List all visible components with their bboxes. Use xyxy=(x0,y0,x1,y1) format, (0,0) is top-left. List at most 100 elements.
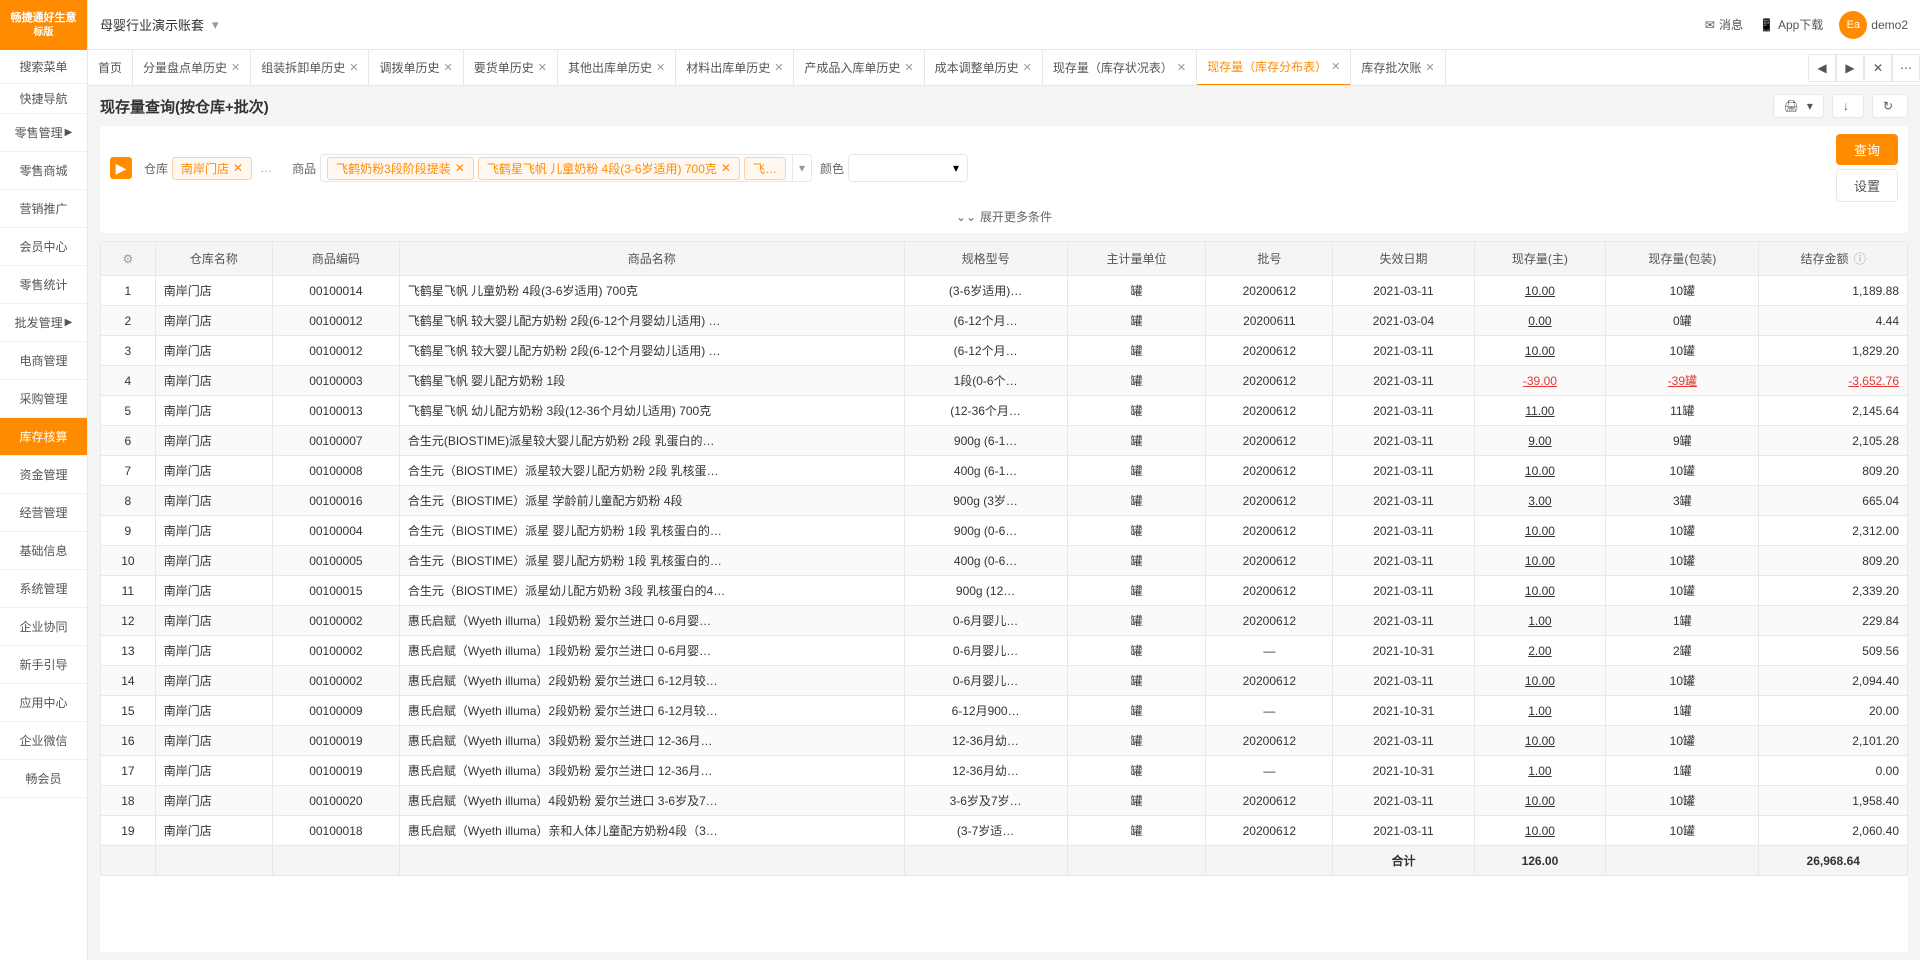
print-dropdown-icon[interactable]: ▾ xyxy=(1807,99,1813,113)
sidebar-item-system[interactable]: 系统管理 xyxy=(0,570,87,608)
sidebar-item-finance[interactable]: 资金管理 xyxy=(0,456,87,494)
settings-btn[interactable]: 设置 xyxy=(1836,169,1898,202)
tab-close-split[interactable]: ✕ xyxy=(231,61,240,74)
sidebar-item-appcenter[interactable]: 应用中心 xyxy=(0,684,87,722)
sidebar-item-corpwechat[interactable]: 企业微信 xyxy=(0,722,87,760)
tab-close-requisition[interactable]: ✕ xyxy=(538,61,547,74)
row-no: 7 xyxy=(101,456,156,486)
sidebar-item-inventory[interactable]: 库存核算 xyxy=(0,418,87,456)
tab-next-btn[interactable]: ▶ xyxy=(1836,54,1864,82)
tab-close-current-btn[interactable]: ✕ xyxy=(1864,54,1892,82)
product-tag-2[interactable]: 飞鹤星飞帆 儿童奶粉 4段(3-6岁适用) 700克 ✕ xyxy=(478,157,740,180)
product-tag1-remove[interactable]: ✕ xyxy=(455,161,465,175)
row-qty-main[interactable]: 10.00 xyxy=(1474,726,1606,756)
row-qty-main[interactable]: -39.00 xyxy=(1474,366,1606,396)
row-qty-main[interactable]: 10.00 xyxy=(1474,576,1606,606)
product-tag2-remove[interactable]: ✕ xyxy=(721,161,731,175)
warehouse-filter-label: 仓库 xyxy=(144,160,168,177)
tab-close-material-out[interactable]: ✕ xyxy=(774,61,783,74)
row-qty-main[interactable]: 10.00 xyxy=(1474,336,1606,366)
color-dropdown-icon[interactable]: ▾ xyxy=(953,161,959,175)
row-qty-main[interactable]: 1.00 xyxy=(1474,696,1606,726)
tab-inventory-status[interactable]: 现存量（库存状况表） ✕ xyxy=(1043,50,1197,86)
tab-batch-ledger[interactable]: 库存批次账 ✕ xyxy=(1351,50,1445,86)
tab-requisition-history[interactable]: 要货单历史 ✕ xyxy=(464,50,558,86)
row-qty-main[interactable]: 3.00 xyxy=(1474,486,1606,516)
sidebar-item-member[interactable]: 会员中心 xyxy=(0,228,87,266)
row-unit: 罐 xyxy=(1067,426,1206,456)
expand-conditions-btn[interactable]: ⌄⌄ 展开更多条件 xyxy=(110,208,1898,225)
row-qty-main[interactable]: 2.00 xyxy=(1474,636,1606,666)
row-code: 00100003 xyxy=(272,366,399,396)
query-btn[interactable]: 查询 xyxy=(1836,134,1898,165)
message-btn[interactable]: ✉ 消息 xyxy=(1705,16,1743,33)
tab-sample-history[interactable]: 调拨单历史 ✕ xyxy=(369,50,463,86)
sidebar-item-corp[interactable]: 企业协同 xyxy=(0,608,87,646)
th-gear[interactable]: ⚙ xyxy=(101,242,156,276)
sidebar-item-wholesale[interactable]: 批发管理 ▶ xyxy=(0,304,87,342)
sidebar-item-retail[interactable]: 零售管理 ▶ xyxy=(0,114,87,152)
product-input-group[interactable]: 飞鹤奶粉3段阶段提装 ✕ 飞鹤星飞帆 儿童奶粉 4段(3-6岁适用) 700克 … xyxy=(320,154,812,182)
tab-cost-adjust-history[interactable]: 成本调整单历史 ✕ xyxy=(925,50,1043,86)
sidebar-item-vip[interactable]: 畅会员 xyxy=(0,760,87,798)
tab-close-batch-ledger[interactable]: ✕ xyxy=(1425,61,1434,74)
warehouse-tag[interactable]: 南岸门店 ✕ xyxy=(172,157,252,180)
tab-close-sample[interactable]: ✕ xyxy=(444,61,453,74)
tab-close-inventory-status[interactable]: ✕ xyxy=(1177,61,1186,74)
tab-close-other-out[interactable]: ✕ xyxy=(656,61,665,74)
row-qty-main[interactable]: 10.00 xyxy=(1474,276,1606,306)
row-qty-main[interactable]: 10.00 xyxy=(1474,666,1606,696)
tab-split-history[interactable]: 分量盘点单历史 ✕ xyxy=(133,50,251,86)
tab-close-disassemble[interactable]: ✕ xyxy=(349,61,358,74)
tab-prev-btn[interactable]: ◀ xyxy=(1808,54,1836,82)
refresh-btn[interactable]: ↻ xyxy=(1872,94,1908,118)
tab-home[interactable]: 首页 xyxy=(88,50,133,86)
tab-close-product-in[interactable]: ✕ xyxy=(904,61,913,74)
topbar: 母婴行业演示账套 ▾ ✉ 消息 📱 App下载 Ea demo2 xyxy=(88,0,1920,50)
print-btn[interactable]: 🖨 ▾ xyxy=(1773,94,1824,118)
row-qty-main[interactable]: 0.00 xyxy=(1474,306,1606,336)
export-btn[interactable]: ↓ xyxy=(1832,94,1864,118)
sidebar-item-marketing[interactable]: 营销推广 xyxy=(0,190,87,228)
sidebar-item-basic[interactable]: 基础信息 xyxy=(0,532,87,570)
row-name: 合生元（BIOSTIME）派星较大婴儿配方奶粉 2段 乳核蛋… xyxy=(399,456,904,486)
warehouse-tag-remove[interactable]: ✕ xyxy=(233,161,243,175)
sidebar-item-stats[interactable]: 零售统计 xyxy=(0,266,87,304)
color-filter-input[interactable]: ▾ xyxy=(848,154,968,182)
tab-more-btn[interactable]: ⋯ xyxy=(1892,54,1920,82)
product-input-arrow[interactable]: ▾ xyxy=(792,155,811,181)
row-qty-main[interactable]: 10.00 xyxy=(1474,516,1606,546)
sidebar-item-ecom[interactable]: 电商管理 xyxy=(0,342,87,380)
amount-info-icon[interactable]: ⓘ xyxy=(1854,252,1866,266)
tab-other-out-history[interactable]: 其他出库单历史 ✕ xyxy=(558,50,676,86)
gear-icon[interactable]: ⚙ xyxy=(122,252,133,266)
sidebar-item-shop[interactable]: 零售商城 xyxy=(0,152,87,190)
tab-material-out-history[interactable]: 材料出库单历史 ✕ xyxy=(676,50,794,86)
row-qty-main[interactable]: 11.00 xyxy=(1474,396,1606,426)
sidebar-item-purchase[interactable]: 采购管理 xyxy=(0,380,87,418)
sidebar-item-guide[interactable]: 新手引导 xyxy=(0,646,87,684)
filter-toggle-btn[interactable]: ▶ xyxy=(110,157,132,179)
product-tag-3[interactable]: 飞… xyxy=(744,157,786,180)
tab-disassemble-history[interactable]: 组装拆卸单历史 ✕ xyxy=(251,50,369,86)
tab-inventory-dist[interactable]: 现存量（库存分布表） ✕ xyxy=(1197,50,1351,86)
user-menu[interactable]: Ea demo2 xyxy=(1839,11,1908,39)
tab-product-in-history[interactable]: 产成品入库单历史 ✕ xyxy=(794,50,924,86)
row-qty-main[interactable]: 10.00 xyxy=(1474,786,1606,816)
row-qty-main[interactable]: 9.00 xyxy=(1474,426,1606,456)
warehouse-more-btn[interactable]: … xyxy=(256,161,276,175)
row-qty-main[interactable]: 10.00 xyxy=(1474,546,1606,576)
quick-nav[interactable]: 快捷导航 xyxy=(0,84,87,114)
topbar-dropdown-icon[interactable]: ▾ xyxy=(212,17,219,33)
row-qty-main[interactable]: 1.00 xyxy=(1474,756,1606,786)
product-tag-1[interactable]: 飞鹤奶粉3段阶段提装 ✕ xyxy=(327,157,474,180)
search-menu[interactable]: 搜索菜单 xyxy=(0,50,87,84)
sidebar-item-ops[interactable]: 经营管理 xyxy=(0,494,87,532)
row-name: 飞鹤星飞帆 婴儿配方奶粉 1段 xyxy=(399,366,904,396)
tab-close-cost-adjust[interactable]: ✕ xyxy=(1023,61,1032,74)
row-qty-main[interactable]: 10.00 xyxy=(1474,456,1606,486)
row-qty-main[interactable]: 10.00 xyxy=(1474,816,1606,846)
app-download-btn[interactable]: 📱 App下载 xyxy=(1759,16,1823,33)
tab-close-inventory-dist[interactable]: ✕ xyxy=(1331,60,1340,73)
row-qty-main[interactable]: 1.00 xyxy=(1474,606,1606,636)
